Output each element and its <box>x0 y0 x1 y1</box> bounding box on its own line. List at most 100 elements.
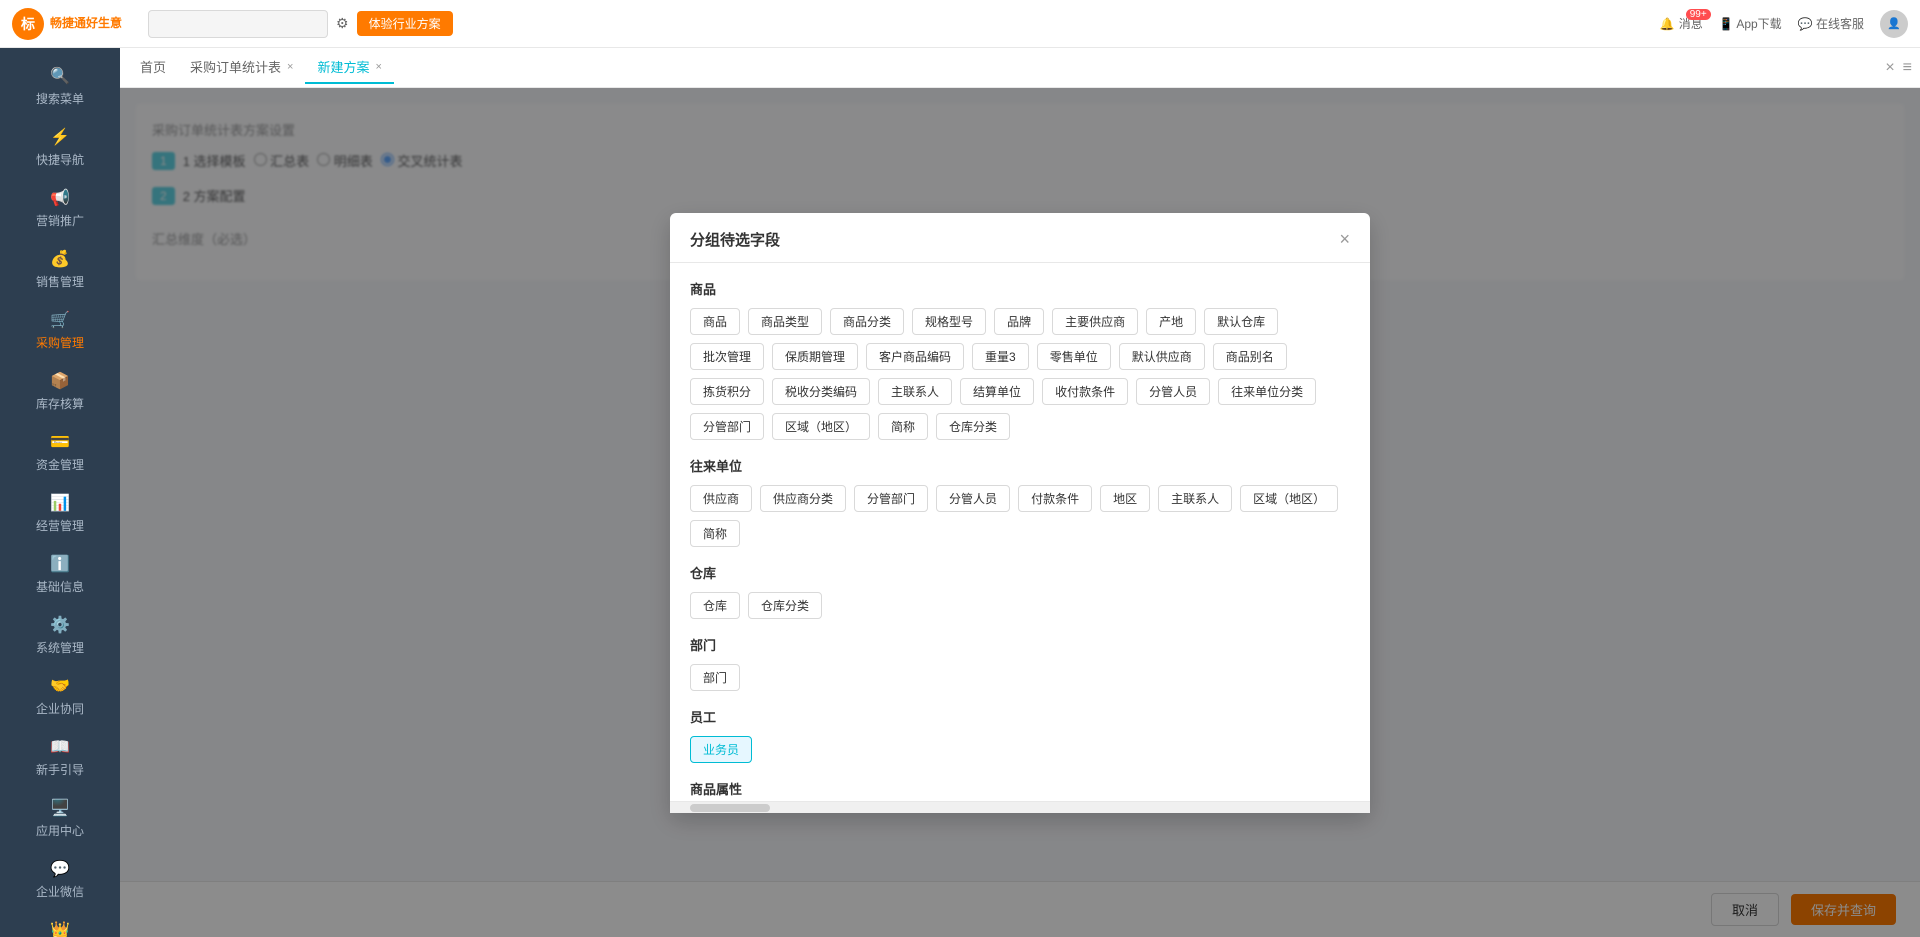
sidebar-item-system[interactable]: ⚙️ 系统管理 <box>0 605 120 666</box>
sidebar-item-basicinfo[interactable]: ℹ️ 基础信息 <box>0 544 120 605</box>
field-department[interactable]: 部门 <box>690 664 740 691</box>
notification-bell[interactable]: 🔔 消息 99+ <box>1660 15 1703 32</box>
field-default-warehouse[interactable]: 默认仓库 <box>1204 308 1278 335</box>
field-spec-model[interactable]: 规格型号 <box>912 308 986 335</box>
logo-area: 标 畅捷通好生意 <box>12 8 132 40</box>
section-product-attr-title: 商品属性 <box>690 779 1350 798</box>
field-dept[interactable]: 分管部门 <box>690 413 764 440</box>
field-expiry-mgmt[interactable]: 保质期管理 <box>772 343 858 370</box>
field-supplier-category[interactable]: 供应商分类 <box>760 485 846 512</box>
purchase-icon: 🛒 <box>50 310 70 330</box>
sidebar-label-sales: 销售管理 <box>36 273 84 290</box>
finance-icon: 💳 <box>50 432 70 452</box>
modal-close-button[interactable]: × <box>1339 229 1350 250</box>
header-right: 🔔 消息 99+ 📱 App下载 💬 在线客服 👤 <box>1660 10 1908 38</box>
field-warehouse[interactable]: 仓库 <box>690 592 740 619</box>
field-partner-supervisor[interactable]: 分管人员 <box>936 485 1010 512</box>
sidebar-item-quicknav[interactable]: ⚡ 快捷导航 <box>0 117 120 178</box>
field-salesperson[interactable]: 业务员 <box>690 736 752 763</box>
field-payment-terms[interactable]: 收付款条件 <box>1042 378 1128 405</box>
sidebar-item-appstore[interactable]: 🖥️ 应用中心 <box>0 788 120 849</box>
app-download[interactable]: 📱 App下载 <box>1719 15 1782 32</box>
sidebar-item-guide[interactable]: 📖 新手引导 <box>0 727 120 788</box>
field-main-supplier[interactable]: 主要供应商 <box>1052 308 1138 335</box>
online-service[interactable]: 💬 在线客服 <box>1798 15 1864 32</box>
header-center: ⚙ 体验行业方案 <box>132 10 1660 38</box>
field-settlement-unit[interactable]: 结算单位 <box>960 378 1034 405</box>
section-employee: 员工 业务员 <box>690 707 1350 763</box>
tab-new-plan[interactable]: 新建方案 × <box>305 51 393 84</box>
field-pick-points[interactable]: 拣货积分 <box>690 378 764 405</box>
sidebar-item-marketing[interactable]: 📢 营销推广 <box>0 178 120 239</box>
notif-count: 99+ <box>1686 9 1711 20</box>
sidebar-item-sales[interactable]: 💰 销售管理 <box>0 239 120 300</box>
field-supplier[interactable]: 供应商 <box>690 485 752 512</box>
tab-new-plan-close[interactable]: × <box>375 61 381 73</box>
section-goods-title: 商品 <box>690 279 1350 298</box>
sidebar-label-purchase: 采购管理 <box>36 334 84 351</box>
field-origin[interactable]: 产地 <box>1146 308 1196 335</box>
horizontal-scrollbar[interactable] <box>670 801 1370 813</box>
service-icon: 💬 <box>1798 17 1813 31</box>
field-partner-abbr[interactable]: 简称 <box>690 520 740 547</box>
tabs-close-icon[interactable]: × <box>1885 59 1894 77</box>
modal-overlay: 分组待选字段 × 商品 商品 商品类型 商品分类 规格型号 品牌 主要供应商 产… <box>120 88 1920 937</box>
field-retail-unit[interactable]: 零售单位 <box>1037 343 1111 370</box>
inventory-icon: 📦 <box>50 371 70 391</box>
sidebar-label-appstore: 应用中心 <box>36 822 84 839</box>
field-abbr[interactable]: 简称 <box>878 413 928 440</box>
user-avatar[interactable]: 👤 <box>1880 10 1908 38</box>
field-weight[interactable]: 重量3 <box>972 343 1029 370</box>
field-default-supplier[interactable]: 默认供应商 <box>1119 343 1205 370</box>
field-area[interactable]: 地区 <box>1100 485 1150 512</box>
sidebar-item-member[interactable]: 👑 畅会员 <box>0 910 120 937</box>
gear-icon[interactable]: ⚙ <box>336 15 349 32</box>
field-goods-alias[interactable]: 商品别名 <box>1213 343 1287 370</box>
field-payment-condition[interactable]: 付款条件 <box>1018 485 1092 512</box>
field-goods[interactable]: 商品 <box>690 308 740 335</box>
sidebar: 🔍 搜索菜单 ⚡ 快捷导航 📢 营销推广 💰 销售管理 🛒 采购管理 📦 库存核… <box>0 48 120 937</box>
field-goods-category[interactable]: 商品分类 <box>830 308 904 335</box>
sidebar-item-collab[interactable]: 🤝 企业协同 <box>0 666 120 727</box>
field-tax-code[interactable]: 税收分类编码 <box>772 378 870 405</box>
field-warehouse-category[interactable]: 仓库分类 <box>936 413 1010 440</box>
sidebar-label-finance: 资金管理 <box>36 456 84 473</box>
operations-icon: 📊 <box>50 493 70 513</box>
modal-body[interactable]: 商品 商品 商品类型 商品分类 规格型号 品牌 主要供应商 产地 默认仓库 批次… <box>670 263 1370 801</box>
section-product-attr: 商品属性 属性 颜色 多规格 尺码 鞋码 1 <box>690 779 1350 801</box>
search-input[interactable] <box>148 10 328 38</box>
field-partner-category[interactable]: 往来单位分类 <box>1218 378 1316 405</box>
sidebar-item-inventory[interactable]: 📦 库存核算 <box>0 361 120 422</box>
sidebar-item-operations[interactable]: 📊 经营管理 <box>0 483 120 544</box>
field-batch-mgmt[interactable]: 批次管理 <box>690 343 764 370</box>
section-department-title: 部门 <box>690 635 1350 654</box>
h-scrollbar-thumb[interactable] <box>690 804 770 812</box>
sidebar-label-collab: 企业协同 <box>36 700 84 717</box>
field-region[interactable]: 区域（地区） <box>772 413 870 440</box>
field-supervisor[interactable]: 分管人员 <box>1136 378 1210 405</box>
field-main-contact[interactable]: 主联系人 <box>878 378 952 405</box>
tab-home[interactable]: 首页 <box>128 51 178 84</box>
section-partner: 往来单位 供应商 供应商分类 分管部门 分管人员 付款条件 地区 主联系人 区域… <box>690 456 1350 547</box>
tabs-more-icon[interactable]: ≡ <box>1903 59 1912 77</box>
field-partner-region[interactable]: 区域（地区） <box>1240 485 1338 512</box>
field-partner-contact[interactable]: 主联系人 <box>1158 485 1232 512</box>
sidebar-label-inventory: 库存核算 <box>36 395 84 412</box>
field-customer-code[interactable]: 客户商品编码 <box>866 343 964 370</box>
tab-purchase-stats[interactable]: 采购订单统计表 × <box>178 51 305 84</box>
sidebar-item-wechat[interactable]: 💬 企业微信 <box>0 849 120 910</box>
field-partner-dept[interactable]: 分管部门 <box>854 485 928 512</box>
sidebar-item-search[interactable]: 🔍 搜索菜单 <box>0 56 120 117</box>
modal-header: 分组待选字段 × <box>670 213 1370 263</box>
field-goods-type[interactable]: 商品类型 <box>748 308 822 335</box>
sidebar-item-finance[interactable]: 💳 资金管理 <box>0 422 120 483</box>
sidebar-item-purchase[interactable]: 🛒 采购管理 <box>0 300 120 361</box>
tabs-bar: 首页 采购订单统计表 × 新建方案 × × ≡ <box>120 48 1920 88</box>
sidebar-label-search: 搜索菜单 <box>36 90 84 107</box>
exp-button[interactable]: 体验行业方案 <box>357 11 453 36</box>
tab-purchase-close[interactable]: × <box>287 61 293 73</box>
tab-new-plan-label: 新建方案 <box>317 57 369 76</box>
field-brand[interactable]: 品牌 <box>994 308 1044 335</box>
section-goods-fields: 商品 商品类型 商品分类 规格型号 品牌 主要供应商 产地 默认仓库 批次管理 … <box>690 308 1350 440</box>
field-warehouse-cat[interactable]: 仓库分类 <box>748 592 822 619</box>
